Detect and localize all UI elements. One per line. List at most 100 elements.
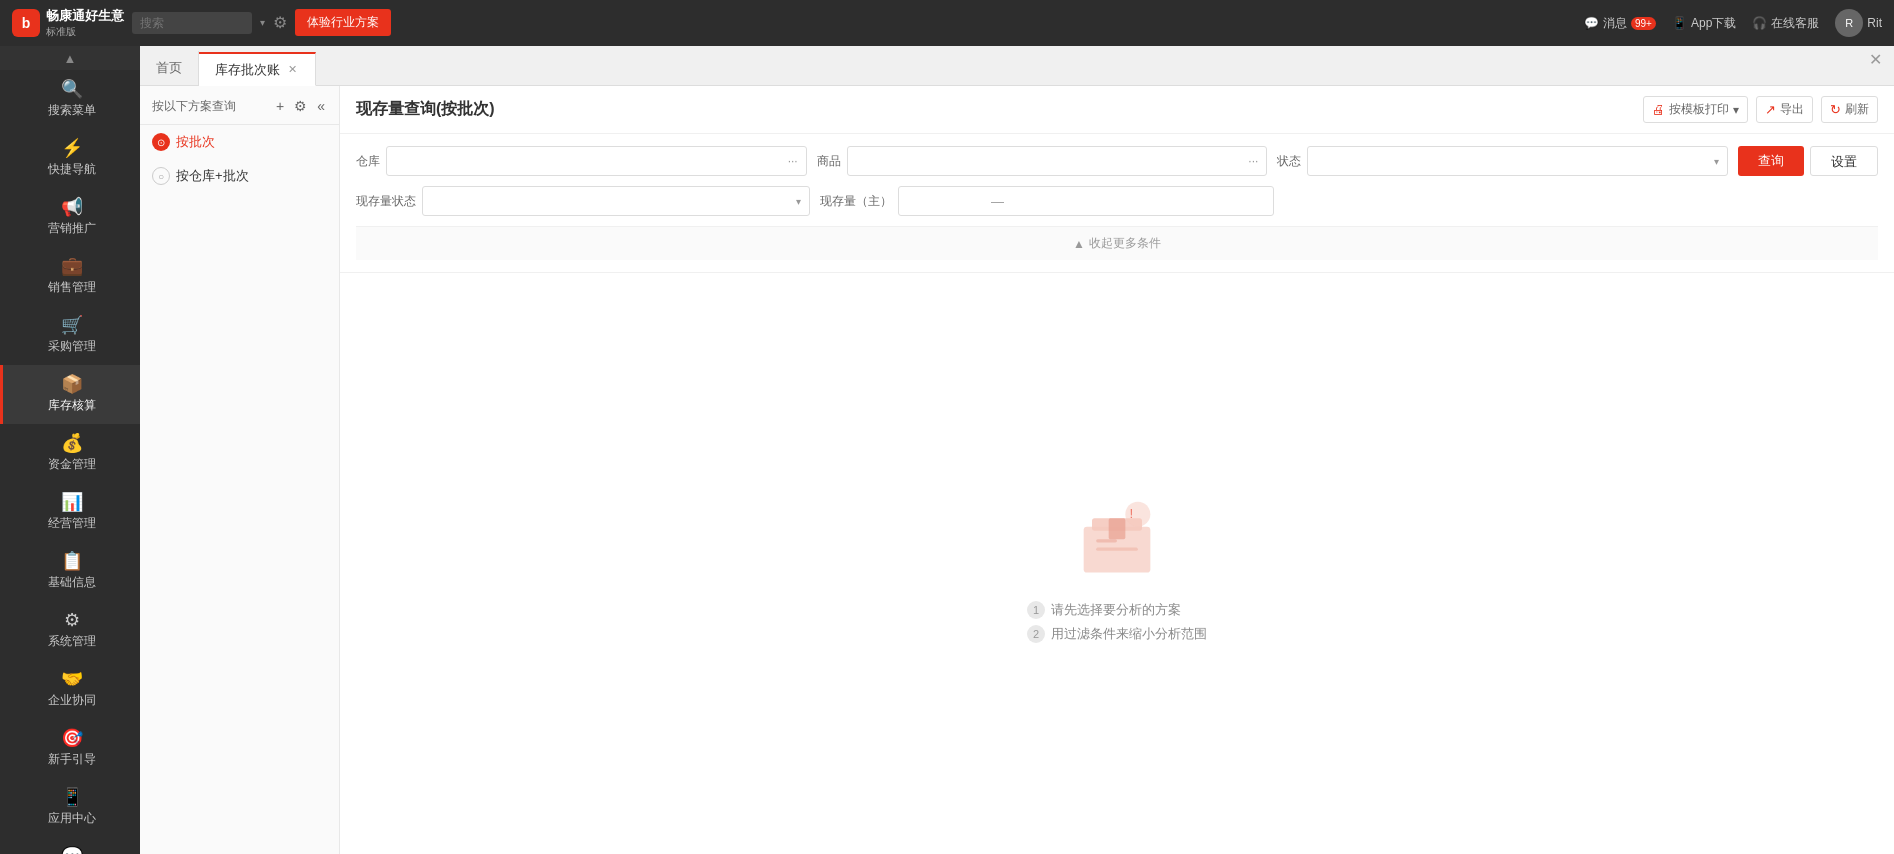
settings-btn[interactable]: 设置 [1810, 146, 1878, 176]
sidebar-item-sales[interactable]: 💼 销售管理 [0, 247, 140, 306]
scheme-by-warehouse-batch[interactable]: ○ 按仓库+批次 [140, 159, 339, 193]
tab-home-label: 首页 [156, 59, 182, 77]
sidebar-item-enterprise-collab[interactable]: 🤝 企业协同 [0, 660, 140, 719]
stock-qty-dash: — [987, 194, 1008, 209]
svg-rect-2 [1109, 518, 1126, 539]
tab-bar: 首页 库存批次账 ✕ ✕ [140, 46, 1894, 86]
tab-right-actions: ✕ [1857, 50, 1894, 69]
tab-inventory-batch-label: 库存批次账 [215, 61, 280, 79]
messages-btn[interactable]: 💬 消息 99+ [1584, 15, 1656, 32]
warehouse-more-icon[interactable]: ··· [788, 154, 798, 168]
sidebar-item-system[interactable]: ⚙ 系统管理 [0, 601, 140, 660]
right-content: 现存量查询(按批次) 🖨 按模板打印 ▾ ↗ 导出 ↻ [340, 86, 1894, 854]
search-dropdown-icon[interactable]: ▾ [260, 17, 265, 28]
tip-num-2: 2 [1027, 625, 1045, 643]
print-btn[interactable]: 🖨 按模板打印 ▾ [1643, 96, 1748, 123]
purchase-icon: 🛒 [61, 316, 83, 334]
sidebar-item-purchase[interactable]: 🛒 采购管理 [0, 306, 140, 365]
status-dropdown-icon: ▾ [1714, 156, 1719, 167]
warehouse-label: 仓库 [356, 153, 380, 170]
sidebar-item-marketing[interactable]: 📢 营销推广 [0, 188, 140, 247]
sidebar: ▲ 🔍 搜索菜单 ⚡ 快捷导航 📢 营销推广 💼 销售管理 🛒 采购管理 📦 库… [0, 46, 140, 854]
refresh-label: 刷新 [1845, 101, 1869, 118]
stock-status-dropdown-icon: ▾ [796, 196, 801, 207]
tip-text-2: 用过滤条件来缩小分析范围 [1051, 625, 1207, 643]
user-initial: R [1845, 17, 1853, 29]
tab-close-icon[interactable]: ✕ [286, 63, 299, 76]
main-layout: ▲ 🔍 搜索菜单 ⚡ 快捷导航 📢 营销推广 💼 销售管理 🛒 采购管理 📦 库… [0, 46, 1894, 854]
app-download-label: App下载 [1691, 15, 1736, 32]
tab-inventory-batch[interactable]: 库存批次账 ✕ [199, 52, 316, 86]
trial-btn[interactable]: 体验行业方案 [295, 9, 391, 36]
warehouse-input[interactable] [395, 154, 788, 168]
scheme-by-batch[interactable]: ⊙ 按批次 [140, 125, 339, 159]
operations-icon: 📊 [61, 493, 83, 511]
stock-qty-max-input[interactable] [1008, 194, 1265, 208]
system-icon: ⚙ [64, 611, 80, 629]
sidebar-label-marketing: 营销推广 [48, 220, 96, 237]
finance-icon: 💰 [61, 434, 83, 452]
sidebar-item-new-guide[interactable]: 🎯 新手引导 [0, 719, 140, 778]
empty-tips: 1 请先选择要分析的方案 2 用过滤条件来缩小分析范围 [1027, 601, 1207, 643]
marketing-icon: 📢 [61, 198, 83, 216]
sidebar-item-search-menu[interactable]: 🔍 搜索菜单 [0, 70, 140, 129]
user-name: Rit [1867, 16, 1882, 30]
left-panel-add-btn[interactable]: + [274, 96, 286, 116]
app-download-btn[interactable]: 📱 App下载 [1672, 15, 1736, 32]
page-title: 现存量查询(按批次) [356, 99, 495, 120]
sidebar-label-sales: 销售管理 [48, 279, 96, 296]
messages-badge: 99+ [1631, 17, 1656, 30]
sidebar-label-app-center: 应用中心 [48, 810, 96, 827]
close-pane-btn[interactable]: ✕ [1869, 50, 1882, 69]
inventory-icon: 📦 [61, 375, 83, 393]
messages-icon: 💬 [1584, 16, 1599, 30]
top-header: b 畅康通好生意 标准版 ▾ ⚙ 体验行业方案 💬 消息 99+ 📱 App下载… [0, 0, 1894, 46]
stock-qty-label: 现存量（主） [820, 193, 892, 210]
sidebar-item-operations[interactable]: 📊 经营管理 [0, 483, 140, 542]
query-btn[interactable]: 查询 [1738, 146, 1804, 176]
user-avatar-area[interactable]: R Rit [1835, 9, 1882, 37]
enterprise-collab-icon: 🤝 [61, 670, 83, 688]
print-label: 按模板打印 [1669, 101, 1729, 118]
basics-icon: 📋 [61, 552, 83, 570]
sidebar-label-system: 系统管理 [48, 633, 96, 650]
product-label: 商品 [817, 153, 841, 170]
export-btn[interactable]: ↗ 导出 [1756, 96, 1813, 123]
header-left: b 畅康通好生意 标准版 ▾ ⚙ 体验行业方案 [12, 8, 391, 38]
sidebar-item-finance[interactable]: 💰 资金管理 [0, 424, 140, 483]
logo-area: b 畅康通好生意 标准版 [12, 8, 124, 38]
online-support-btn[interactable]: 🎧 在线客服 [1752, 15, 1819, 32]
collapse-label: 收起更多条件 [1089, 235, 1161, 252]
sidebar-item-inventory[interactable]: 📦 库存核算 [0, 365, 140, 424]
search-input[interactable] [132, 12, 252, 34]
refresh-btn[interactable]: ↻ 刷新 [1821, 96, 1878, 123]
left-panel-header: 按以下方案查询 + ⚙ « [140, 86, 339, 125]
print-dropdown-icon: ▾ [1733, 103, 1739, 117]
page-title-bar: 现存量查询(按批次) 🖨 按模板打印 ▾ ↗ 导出 ↻ [340, 86, 1894, 134]
product-more-icon[interactable]: ··· [1248, 154, 1258, 168]
sidebar-label-basics: 基础信息 [48, 574, 96, 591]
sidebar-label-operations: 经营管理 [48, 515, 96, 532]
tab-home[interactable]: 首页 [140, 51, 199, 85]
collapse-btn[interactable]: ▲ 收起更多条件 [356, 226, 1878, 260]
header-gear-icon[interactable]: ⚙ [273, 13, 287, 32]
left-panel-collapse-btn[interactable]: « [315, 96, 327, 116]
sidebar-item-quick-nav[interactable]: ⚡ 快捷导航 [0, 129, 140, 188]
left-panel-actions: + ⚙ « [274, 96, 327, 116]
app-download-icon: 📱 [1672, 16, 1687, 30]
stock-status-label: 现存量状态 [356, 193, 416, 210]
app-version: 标准版 [46, 25, 124, 38]
new-guide-icon: 🎯 [61, 729, 83, 747]
sidebar-item-basics[interactable]: 📋 基础信息 [0, 542, 140, 601]
export-icon: ↗ [1765, 102, 1776, 117]
sidebar-item-app-center[interactable]: 📱 应用中心 [0, 778, 140, 837]
export-label: 导出 [1780, 101, 1804, 118]
product-input[interactable] [856, 154, 1249, 168]
sidebar-item-enterprise-wechat[interactable]: 💬 企业微信 [0, 837, 140, 854]
messages-label: 消息 [1603, 15, 1627, 32]
left-panel-settings-btn[interactable]: ⚙ [292, 96, 309, 116]
search-menu-icon: 🔍 [61, 80, 83, 98]
sidebar-scroll-up[interactable]: ▲ [0, 46, 140, 70]
stock-qty-min-input[interactable] [907, 194, 987, 208]
quick-nav-icon: ⚡ [61, 139, 83, 157]
